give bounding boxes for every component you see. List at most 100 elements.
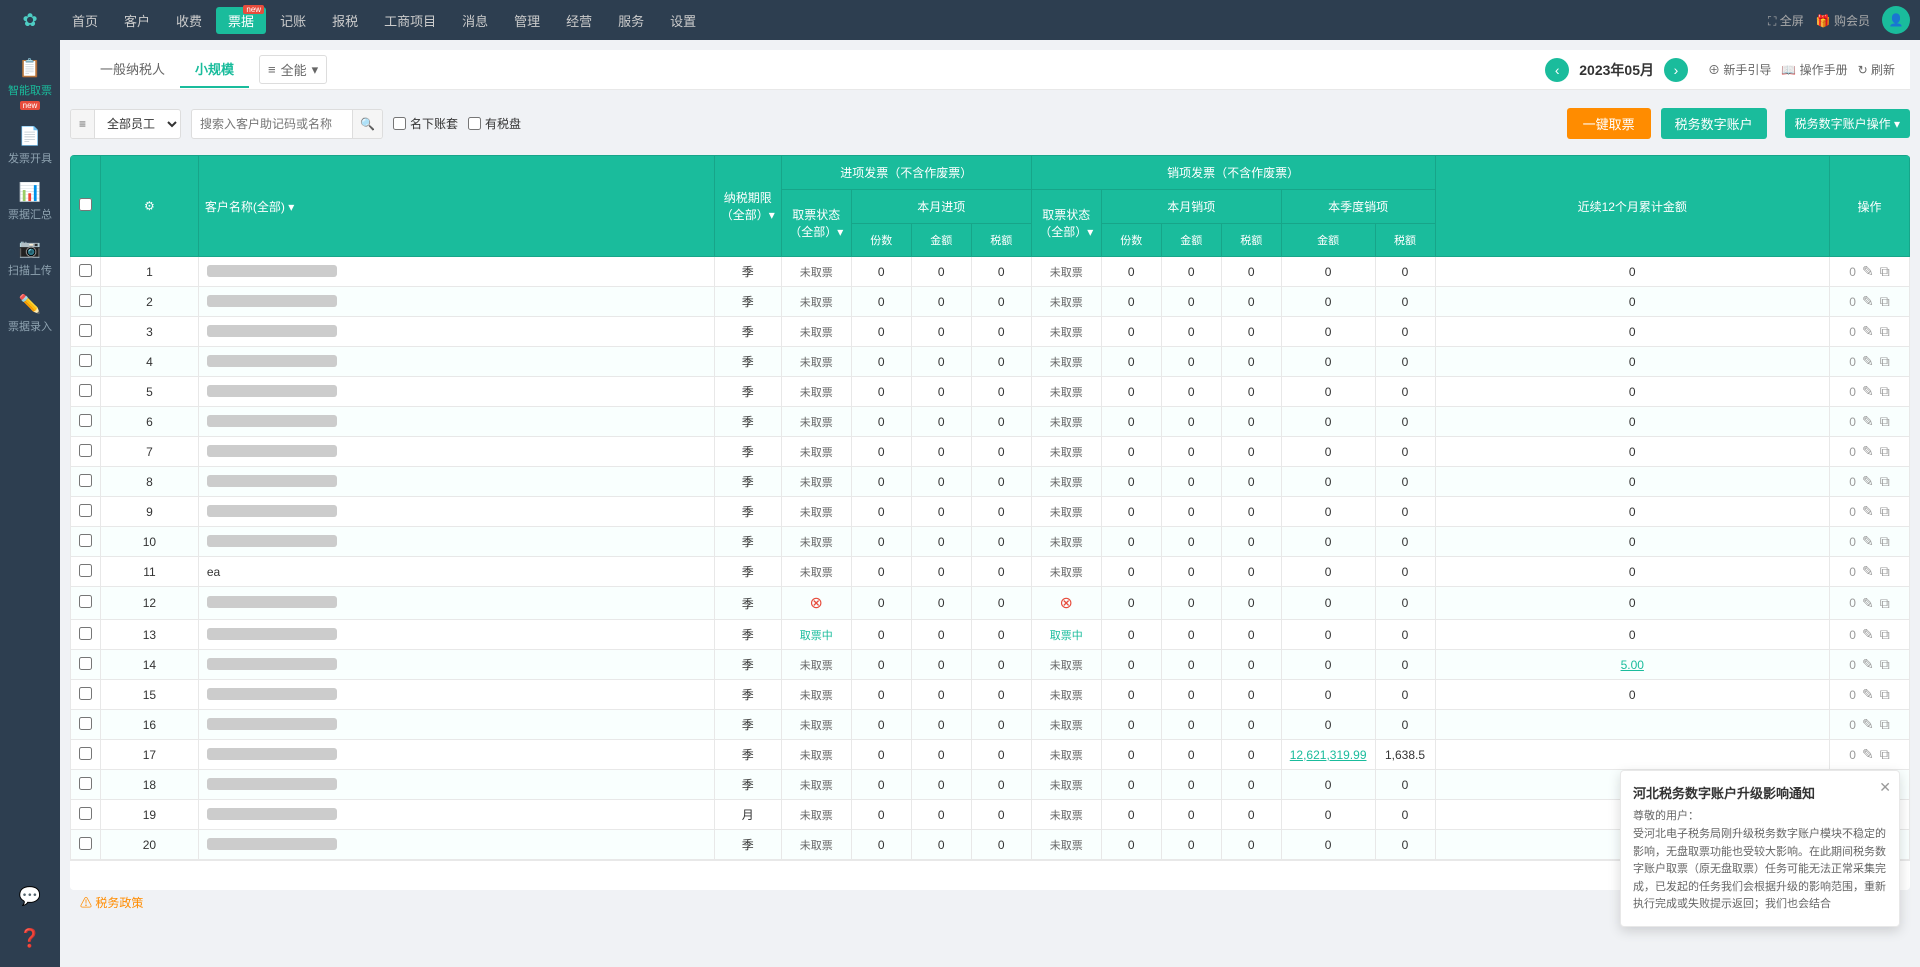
copy-icon[interactable]: ⧉: [1880, 595, 1890, 612]
row-checkbox[interactable]: [79, 595, 92, 608]
action-num-0[interactable]: 0: [1849, 535, 1856, 549]
row-q-amount-cell[interactable]: 12,621,319.99: [1281, 740, 1375, 770]
employee-select[interactable]: 全部员工: [95, 116, 180, 132]
edit-icon[interactable]: ✎: [1862, 595, 1874, 612]
action-num-0[interactable]: 0: [1849, 475, 1856, 489]
row-checkbox[interactable]: [79, 264, 92, 277]
copy-icon[interactable]: ⧉: [1880, 563, 1890, 580]
nav-settings[interactable]: 设置: [658, 7, 708, 34]
nav-invoice[interactable]: 票据new: [216, 7, 266, 34]
guide-btn[interactable]: ⊕ 新手引导: [1708, 61, 1771, 78]
has-tax-disk-check[interactable]: [468, 117, 481, 130]
copy-icon[interactable]: ⧉: [1880, 413, 1890, 430]
under-account-check[interactable]: [393, 117, 406, 130]
edit-icon[interactable]: ✎: [1862, 293, 1874, 310]
nav-operation[interactable]: 经营: [554, 7, 604, 34]
edit-icon[interactable]: ✎: [1862, 686, 1874, 703]
nav-home[interactable]: 首页: [60, 7, 110, 34]
row-checkbox[interactable]: [79, 627, 92, 640]
select-all-checkbox[interactable]: [79, 198, 92, 211]
th-period[interactable]: 纳税期限（全部）▾: [714, 156, 781, 257]
nav-business[interactable]: 工商项目: [372, 7, 448, 34]
copy-icon[interactable]: ⧉: [1880, 443, 1890, 460]
row-checkbox[interactable]: [79, 777, 92, 790]
copy-icon[interactable]: ⧉: [1880, 503, 1890, 520]
manual-btn[interactable]: 📖 操作手册: [1781, 61, 1847, 78]
search-input[interactable]: [192, 117, 352, 131]
copy-icon[interactable]: ⧉: [1880, 656, 1890, 673]
sidebar-item-help[interactable]: ❓: [19, 920, 41, 957]
row-checkbox[interactable]: [79, 837, 92, 850]
nav-manage[interactable]: 管理: [502, 7, 552, 34]
under-account-checkbox[interactable]: 名下账套: [393, 115, 458, 132]
sidebar-item-summary[interactable]: 📊 票据汇总: [0, 174, 60, 230]
edit-icon[interactable]: ✎: [1862, 716, 1874, 733]
tab-small-scale[interactable]: 小规模: [180, 51, 249, 88]
nav-message[interactable]: 消息: [450, 7, 500, 34]
copy-icon[interactable]: ⧉: [1880, 323, 1890, 340]
notification-close-btn[interactable]: ✕: [1879, 779, 1891, 796]
action-num-0[interactable]: 0: [1849, 628, 1856, 642]
action-num-0[interactable]: 0: [1849, 415, 1856, 429]
action-num-0[interactable]: 0: [1849, 688, 1856, 702]
edit-icon[interactable]: ✎: [1862, 323, 1874, 340]
th-out-status[interactable]: 取票状态（全部）▾: [1031, 190, 1101, 257]
sidebar-item-chat[interactable]: 💬: [19, 878, 41, 915]
edit-icon[interactable]: ✎: [1862, 656, 1874, 673]
tax-digital-action-btn[interactable]: 税务数字账户操作 ▾: [1785, 109, 1910, 138]
edit-icon[interactable]: ✎: [1862, 563, 1874, 580]
nav-bookkeeping[interactable]: 记账: [268, 7, 318, 34]
copy-icon[interactable]: ⧉: [1880, 746, 1890, 763]
row-checkbox[interactable]: [79, 564, 92, 577]
copy-icon[interactable]: ⧉: [1880, 473, 1890, 490]
row-checkbox[interactable]: [79, 807, 92, 820]
copy-icon[interactable]: ⧉: [1880, 263, 1890, 280]
sidebar-item-scan[interactable]: 📷 扫描上传: [0, 230, 60, 286]
copy-icon[interactable]: ⧉: [1880, 716, 1890, 733]
one-click-fetch-btn[interactable]: 一键取票: [1567, 108, 1651, 139]
th-customer-name[interactable]: 客户名称(全部) ▾: [198, 156, 714, 257]
sidebar-item-fetch-invoice[interactable]: 📋 智能取票 new: [0, 50, 60, 118]
period-prev-btn[interactable]: ‹: [1545, 58, 1569, 82]
action-num-0[interactable]: 0: [1849, 658, 1856, 672]
copy-icon[interactable]: ⧉: [1880, 626, 1890, 643]
edit-icon[interactable]: ✎: [1862, 443, 1874, 460]
edit-icon[interactable]: ✎: [1862, 383, 1874, 400]
edit-icon[interactable]: ✎: [1862, 503, 1874, 520]
action-num-0[interactable]: 0: [1849, 265, 1856, 279]
copy-icon[interactable]: ⧉: [1880, 293, 1890, 310]
action-num-0[interactable]: 0: [1849, 748, 1856, 762]
edit-icon[interactable]: ✎: [1862, 353, 1874, 370]
edit-icon[interactable]: ✎: [1862, 413, 1874, 430]
nav-tax[interactable]: 报税: [320, 7, 370, 34]
action-num-0[interactable]: 0: [1849, 295, 1856, 309]
row-checkbox[interactable]: [79, 747, 92, 760]
action-num-0[interactable]: 0: [1849, 718, 1856, 732]
action-num-0[interactable]: 0: [1849, 565, 1856, 579]
row-checkbox[interactable]: [79, 687, 92, 700]
member-btn[interactable]: 🎁 购会员: [1816, 12, 1870, 29]
has-tax-disk-checkbox[interactable]: 有税盘: [468, 115, 521, 132]
tab-general-taxpayer[interactable]: 一般纳税人: [85, 51, 180, 88]
nav-fee[interactable]: 收费: [164, 7, 214, 34]
period-next-btn[interactable]: ›: [1664, 58, 1688, 82]
edit-icon[interactable]: ✎: [1862, 626, 1874, 643]
refresh-btn[interactable]: ↻ 刷新: [1858, 61, 1895, 78]
action-num-0[interactable]: 0: [1849, 445, 1856, 459]
row-checkbox[interactable]: [79, 504, 92, 517]
edit-icon[interactable]: ✎: [1862, 473, 1874, 490]
row-checkbox[interactable]: [79, 717, 92, 730]
th-in-status[interactable]: 取票状态（全部）▾: [781, 190, 851, 257]
row-checkbox[interactable]: [79, 354, 92, 367]
row-checkbox[interactable]: [79, 534, 92, 547]
fullscreen-btn[interactable]: ⛶ 全屏: [1768, 12, 1804, 29]
row-cumulative-cell[interactable]: 5.00: [1435, 650, 1830, 680]
copy-icon[interactable]: ⧉: [1880, 533, 1890, 550]
nav-service[interactable]: 服务: [606, 7, 656, 34]
row-checkbox[interactable]: [79, 444, 92, 457]
row-checkbox[interactable]: [79, 474, 92, 487]
copy-icon[interactable]: ⧉: [1880, 686, 1890, 703]
copy-icon[interactable]: ⧉: [1880, 353, 1890, 370]
search-button[interactable]: 🔍: [352, 109, 382, 139]
user-avatar[interactable]: 👤: [1882, 6, 1910, 34]
